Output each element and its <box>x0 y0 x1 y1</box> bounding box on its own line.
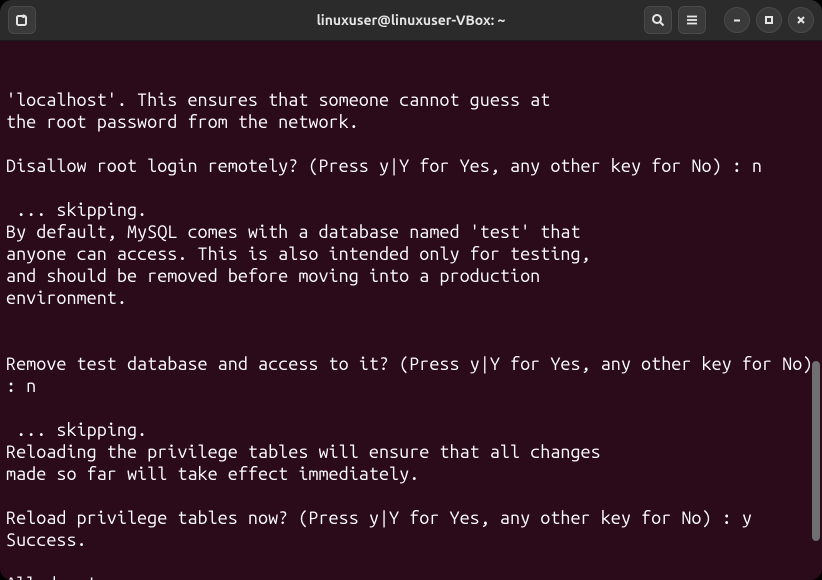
minimize-icon <box>731 14 743 26</box>
search-icon <box>651 13 665 27</box>
titlebar: linuxuser@linuxuser-VBox: ~ <box>0 0 822 41</box>
hamburger-icon <box>685 13 699 27</box>
scrollbar-thumb[interactable] <box>812 361 820 541</box>
minimize-button[interactable] <box>724 7 750 33</box>
maximize-icon <box>763 14 775 26</box>
search-button[interactable] <box>644 6 672 34</box>
menu-button[interactable] <box>678 6 706 34</box>
terminal-window: linuxuser@linuxuser-VBox: ~ <box>0 0 822 580</box>
new-tab-button[interactable] <box>8 6 36 34</box>
close-icon <box>795 14 807 26</box>
maximize-button[interactable] <box>756 7 782 33</box>
new-tab-icon <box>15 13 29 27</box>
terminal-output: 'localhost'. This ensures that someone c… <box>6 89 816 580</box>
close-button[interactable] <box>788 7 814 33</box>
terminal-viewport[interactable]: 'localhost'. This ensures that someone c… <box>0 41 822 580</box>
